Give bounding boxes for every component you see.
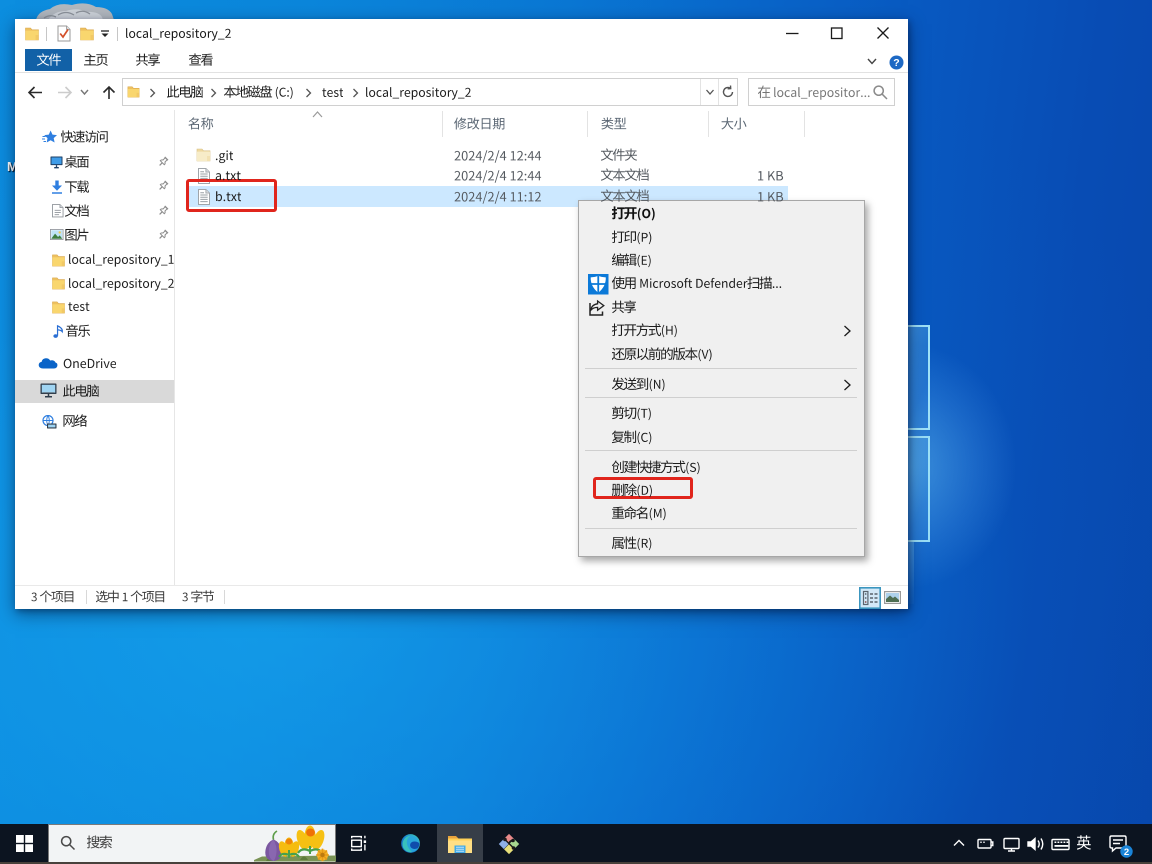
svg-text:?: ? bbox=[893, 57, 899, 69]
svg-text:2: 2 bbox=[1124, 847, 1129, 858]
